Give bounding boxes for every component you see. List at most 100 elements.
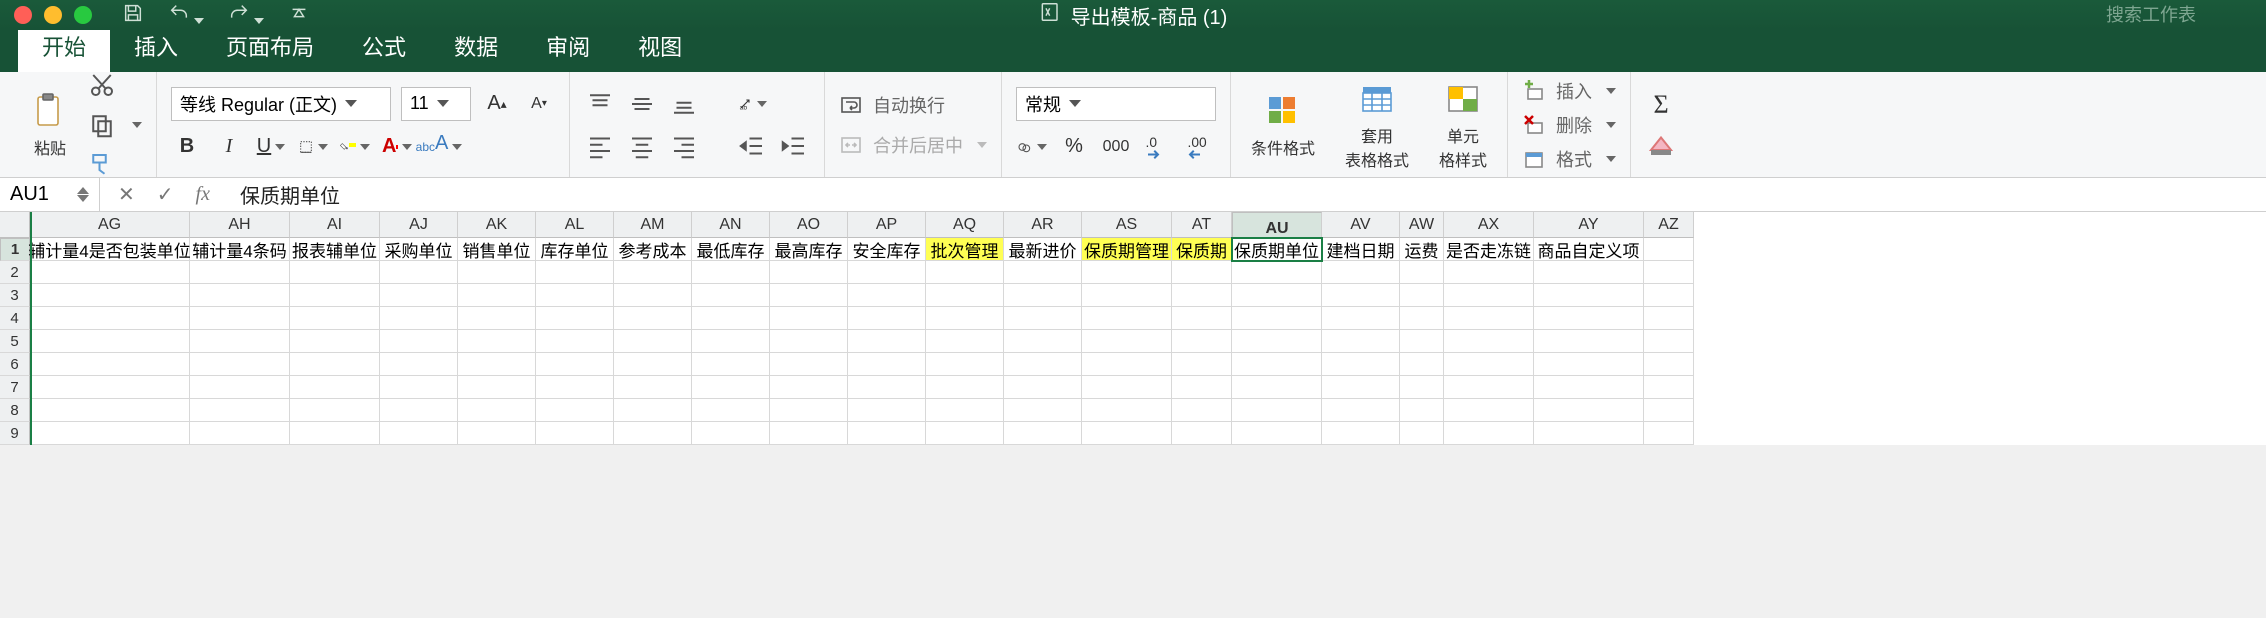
column-header-AS[interactable]: AS	[1082, 212, 1172, 238]
cell-AS4[interactable]	[1082, 307, 1172, 330]
cell-AQ9[interactable]	[926, 422, 1004, 445]
cell-AY4[interactable]	[1534, 307, 1644, 330]
column-header-AK[interactable]: AK	[458, 212, 536, 238]
cell-AV2[interactable]	[1322, 261, 1400, 284]
row-header-6[interactable]: 6	[0, 353, 30, 376]
bold-button[interactable]: B	[171, 131, 203, 163]
cell-AU2[interactable]	[1232, 261, 1322, 284]
cell-AZ9[interactable]	[1644, 422, 1694, 445]
cell-AN9[interactable]	[692, 422, 770, 445]
cell-AJ6[interactable]	[380, 353, 458, 376]
align-bottom-button[interactable]	[668, 88, 700, 120]
select-all-corner[interactable]	[0, 212, 30, 238]
cell-AS1[interactable]: 保质期管理	[1082, 238, 1172, 261]
cell-AO7[interactable]	[770, 376, 848, 399]
cell-AZ2[interactable]	[1644, 261, 1694, 284]
cell-AL8[interactable]	[536, 399, 614, 422]
borders-button[interactable]	[297, 131, 329, 163]
cell-AI4[interactable]	[290, 307, 380, 330]
cell-AJ4[interactable]	[380, 307, 458, 330]
cell-AO6[interactable]	[770, 353, 848, 376]
cell-AX8[interactable]	[1444, 399, 1534, 422]
row-header-2[interactable]: 2	[0, 261, 30, 284]
percent-format-button[interactable]: %	[1058, 131, 1090, 163]
cell-AM3[interactable]	[614, 284, 692, 307]
cell-AV5[interactable]	[1322, 330, 1400, 353]
cell-AK5[interactable]	[458, 330, 536, 353]
cell-AU7[interactable]	[1232, 376, 1322, 399]
decrease-font-button[interactable]: A▾	[523, 88, 555, 120]
cell-AP3[interactable]	[848, 284, 926, 307]
cell-AR5[interactable]	[1004, 330, 1082, 353]
spreadsheet-grid[interactable]: AGAHAIAJAKALAMANAOAPAQARASATAUAVAWAXAYAZ…	[0, 212, 2266, 445]
column-header-AQ[interactable]: AQ	[926, 212, 1004, 238]
enter-formula-icon[interactable]: ✓	[157, 182, 174, 207]
cell-AZ3[interactable]	[1644, 284, 1694, 307]
cell-AG4[interactable]	[30, 307, 190, 330]
cell-AP1[interactable]: 安全库存	[848, 238, 926, 261]
cell-AU8[interactable]	[1232, 399, 1322, 422]
cell-AW1[interactable]: 运费	[1400, 238, 1444, 261]
column-header-AJ[interactable]: AJ	[380, 212, 458, 238]
cell-AT4[interactable]	[1172, 307, 1232, 330]
cell-AL9[interactable]	[536, 422, 614, 445]
wrap-text-button[interactable]: 自动换行	[839, 92, 987, 118]
cell-AH3[interactable]	[190, 284, 290, 307]
cell-AJ3[interactable]	[380, 284, 458, 307]
cell-AS6[interactable]	[1082, 353, 1172, 376]
format-cells-button[interactable]: 格式	[1522, 146, 1616, 172]
cell-AI1[interactable]: 报表辅单位	[290, 238, 380, 261]
cell-AV8[interactable]	[1322, 399, 1400, 422]
cell-AX4[interactable]	[1444, 307, 1534, 330]
row-header-3[interactable]: 3	[0, 284, 30, 307]
align-right-button[interactable]	[668, 130, 700, 162]
cell-AQ2[interactable]	[926, 261, 1004, 284]
clear-button[interactable]	[1645, 129, 1677, 161]
insert-cells-button[interactable]: 插入	[1522, 78, 1616, 104]
cell-AG7[interactable]	[30, 376, 190, 399]
cell-AX2[interactable]	[1444, 261, 1534, 284]
cell-AW9[interactable]	[1400, 422, 1444, 445]
cell-AI2[interactable]	[290, 261, 380, 284]
cells-area[interactable]: 辅计量4是否包装单位辅计量4条码报表辅单位采购单位销售单位库存单位参考成本最低库…	[30, 238, 1694, 445]
cell-AM1[interactable]: 参考成本	[614, 238, 692, 261]
italic-button[interactable]: I	[213, 131, 245, 163]
cell-AP4[interactable]	[848, 307, 926, 330]
cell-AT7[interactable]	[1172, 376, 1232, 399]
underline-button[interactable]: U	[255, 131, 287, 163]
cell-AT5[interactable]	[1172, 330, 1232, 353]
cell-AG6[interactable]	[30, 353, 190, 376]
cell-AY1[interactable]: 商品自定义项	[1534, 238, 1644, 261]
cell-AK1[interactable]: 销售单位	[458, 238, 536, 261]
cell-AY3[interactable]	[1534, 284, 1644, 307]
name-box[interactable]: AU1	[0, 178, 100, 211]
column-header-AZ[interactable]: AZ	[1644, 212, 1694, 238]
column-header-AL[interactable]: AL	[536, 212, 614, 238]
cell-AO5[interactable]	[770, 330, 848, 353]
cell-AS7[interactable]	[1082, 376, 1172, 399]
cell-AR4[interactable]	[1004, 307, 1082, 330]
increase-indent-button[interactable]	[778, 130, 810, 162]
column-header-AR[interactable]: AR	[1004, 212, 1082, 238]
cell-AL3[interactable]	[536, 284, 614, 307]
cell-AN7[interactable]	[692, 376, 770, 399]
cell-AO2[interactable]	[770, 261, 848, 284]
cell-AV3[interactable]	[1322, 284, 1400, 307]
fill-color-button[interactable]	[339, 131, 371, 163]
column-header-AP[interactable]: AP	[848, 212, 926, 238]
format-as-table-button[interactable]: 套用 表格格式	[1339, 72, 1415, 177]
cell-AM5[interactable]	[614, 330, 692, 353]
cell-AU6[interactable]	[1232, 353, 1322, 376]
cell-AX1[interactable]: 是否走冻链	[1444, 238, 1534, 261]
undo-icon[interactable]	[168, 2, 204, 29]
cell-AM2[interactable]	[614, 261, 692, 284]
cell-AQ5[interactable]	[926, 330, 1004, 353]
cell-AP2[interactable]	[848, 261, 926, 284]
cell-AL4[interactable]	[536, 307, 614, 330]
cell-AH1[interactable]: 辅计量4条码	[190, 238, 290, 261]
cell-AI8[interactable]	[290, 399, 380, 422]
cell-AV9[interactable]	[1322, 422, 1400, 445]
cell-AL5[interactable]	[536, 330, 614, 353]
cell-AP7[interactable]	[848, 376, 926, 399]
cell-AN6[interactable]	[692, 353, 770, 376]
